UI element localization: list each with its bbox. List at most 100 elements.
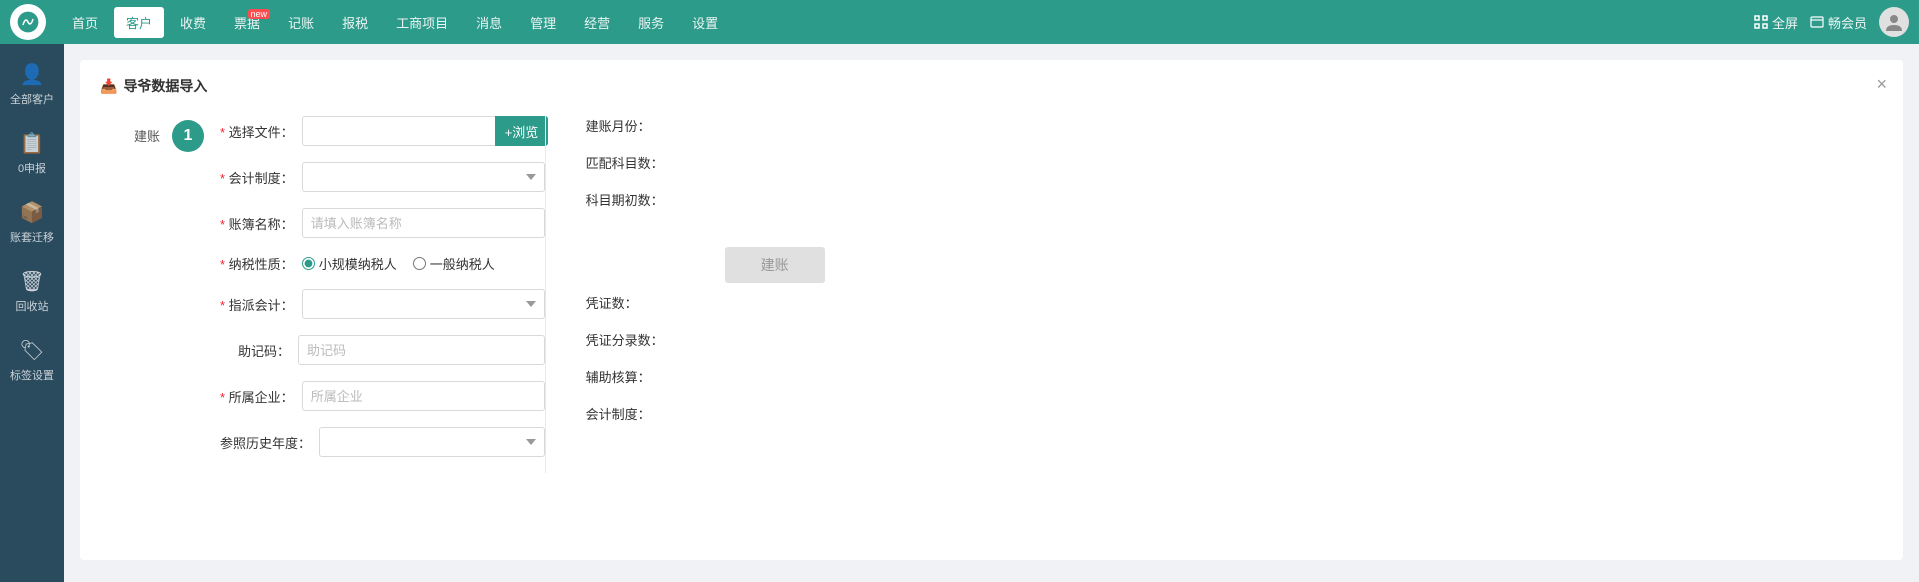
content-area: 📥 导爷数据导入 × 建账 1 选择文件：: [64, 44, 1919, 582]
step-circle: 1: [172, 120, 204, 152]
member-icon: [1810, 15, 1824, 29]
voucher-row: 凭证数：: [586, 293, 825, 312]
nav-item-business[interactable]: 工商项目: [384, 7, 460, 38]
tax-small-text: 小规模纳税人: [319, 254, 397, 273]
form-wrapper: 建账 1 选择文件： +浏览: [100, 116, 1883, 473]
top-nav: 首页 客户 收费 票据 new 记账 报税 工商项目 消息 管理 经营 服务 设…: [0, 0, 1919, 44]
nav-item-home[interactable]: 首页: [60, 7, 110, 38]
nav-right: 全屏 畅会员: [1754, 7, 1909, 37]
panel-title-icon: 📥: [100, 78, 117, 95]
nav-item-operation[interactable]: 经营: [572, 7, 622, 38]
period-label: 科目期初数：: [586, 190, 666, 209]
file-row: 选择文件： +浏览: [220, 116, 545, 146]
fullscreen-icon: [1754, 15, 1768, 29]
memo-label: 助记码：: [220, 341, 290, 360]
build-button[interactable]: 建账: [725, 247, 825, 283]
file-input-group: +浏览: [302, 116, 549, 146]
accounting-select[interactable]: [302, 162, 545, 192]
panel-title: 📥 导爷数据导入: [100, 76, 1883, 96]
accountant-row: 指派会计：: [220, 289, 545, 319]
nav-item-service[interactable]: 服务: [626, 7, 676, 38]
company-row: 所属企业：: [220, 381, 545, 411]
period-row: 科目期初数：: [586, 190, 825, 209]
file-input[interactable]: [302, 116, 495, 146]
file-label: 选择文件：: [220, 122, 294, 141]
form-left: 建账 1 选择文件： +浏览: [100, 116, 545, 473]
nav-item-invoice[interactable]: 票据 new: [222, 7, 272, 38]
voucher-label: 凭证数：: [586, 293, 666, 312]
memo-input[interactable]: [298, 335, 545, 365]
aux-row: 辅助核算：: [586, 367, 825, 386]
step-label: 建账: [100, 120, 160, 145]
accounting-system-label: 会计制度：: [586, 404, 666, 423]
accounting-system-row: 会计制度：: [586, 404, 825, 423]
sidebar-item-label: 账套迁移: [10, 229, 54, 245]
sidebar-item-trash[interactable]: 🗑 回收站: [0, 259, 64, 324]
nav-item-settings[interactable]: 设置: [680, 7, 730, 38]
tags-icon: 🏷: [19, 338, 44, 363]
tax-radio-group: 小规模纳税人 一般纳税人: [302, 254, 545, 273]
nav-item-billing[interactable]: 收费: [168, 7, 218, 38]
form-right: 建账月份： 匹配科目数： 科目期初数： 建账: [545, 116, 825, 473]
sidebar-item-label: 0申报: [18, 160, 46, 176]
tax-general-radio[interactable]: [413, 257, 426, 270]
nav-item-customer[interactable]: 客户: [114, 7, 164, 38]
memo-row: 助记码：: [220, 335, 545, 365]
all-clients-icon: 👤: [20, 62, 45, 87]
month-row: 建账月份：: [586, 116, 825, 135]
fullscreen-button[interactable]: 全屏: [1754, 13, 1798, 32]
new-badge: new: [248, 9, 271, 19]
member-label: 畅会员: [1828, 13, 1867, 32]
accounting-row: 会计制度：: [220, 162, 545, 192]
sidebar-item-migrate[interactable]: 📦 账套迁移: [0, 190, 64, 255]
migrate-icon: 📦: [20, 200, 45, 225]
nav-item-manage[interactable]: 管理: [518, 7, 568, 38]
history-row: 参照历史年度：: [220, 427, 545, 457]
ledger-label: 账簿名称：: [220, 214, 294, 233]
member-button[interactable]: 畅会员: [1810, 13, 1867, 32]
sidebar-item-declare[interactable]: 📋 0申报: [0, 121, 64, 186]
sidebar-item-tags[interactable]: 🏷 标签设置: [0, 328, 64, 393]
sidebar-item-label: 标签设置: [10, 367, 54, 383]
panel: 📥 导爷数据导入 × 建账 1 选择文件：: [80, 60, 1903, 560]
panel-title-text: 导爷数据导入: [123, 76, 207, 96]
close-button[interactable]: ×: [1876, 74, 1887, 95]
tax-small-radio[interactable]: [302, 257, 315, 270]
form-fields: 选择文件： +浏览 会计制度：: [220, 116, 545, 473]
match-label: 匹配科目数：: [586, 153, 666, 172]
fullscreen-label: 全屏: [1772, 13, 1798, 32]
accountant-select[interactable]: [302, 289, 545, 319]
match-row: 匹配科目数：: [586, 153, 825, 172]
avatar[interactable]: [1879, 7, 1909, 37]
sidebar-item-all-clients[interactable]: 👤 全部客户: [0, 52, 64, 117]
company-input[interactable]: [302, 381, 545, 411]
company-label: 所属企业：: [220, 387, 294, 406]
step-section: 建账 1 选择文件： +浏览: [100, 116, 545, 473]
tax-row: 纳税性质： 小规模纳税人 一般纳税人: [220, 254, 545, 273]
tax-general-text: 一般纳税人: [430, 254, 495, 273]
history-select[interactable]: [319, 427, 545, 457]
sidebar: 👤 全部客户 📋 0申报 📦 账套迁移 🗑 回收站 🏷 标签设置: [0, 44, 64, 582]
nav-item-account[interactable]: 记账: [276, 7, 326, 38]
tax-label: 纳税性质：: [220, 254, 294, 273]
tax-small-label[interactable]: 小规模纳税人: [302, 254, 397, 273]
trash-icon: 🗑: [19, 269, 44, 294]
declare-icon: 📋: [20, 131, 45, 156]
ledger-input[interactable]: [302, 208, 545, 238]
nav-item-tax[interactable]: 报税: [330, 7, 380, 38]
app-logo: [10, 4, 46, 40]
nav-items: 首页 客户 收费 票据 new 记账 报税 工商项目 消息 管理 经营 服务 设…: [60, 7, 1754, 38]
tax-general-label[interactable]: 一般纳税人: [413, 254, 495, 273]
nav-item-message[interactable]: 消息: [464, 7, 514, 38]
month-label: 建账月份：: [586, 116, 666, 135]
avatar-icon: [1883, 11, 1905, 33]
browse-button[interactable]: +浏览: [495, 116, 549, 146]
aux-label: 辅助核算：: [586, 367, 666, 386]
accountant-label: 指派会计：: [220, 295, 294, 314]
ledger-row: 账簿名称：: [220, 208, 545, 238]
voucher-entries-row: 凭证分录数：: [586, 330, 825, 349]
accounting-label: 会计制度：: [220, 168, 294, 187]
history-label: 参照历史年度：: [220, 433, 311, 452]
voucher-entries-label: 凭证分录数：: [586, 330, 666, 349]
logo-icon: [17, 11, 39, 33]
